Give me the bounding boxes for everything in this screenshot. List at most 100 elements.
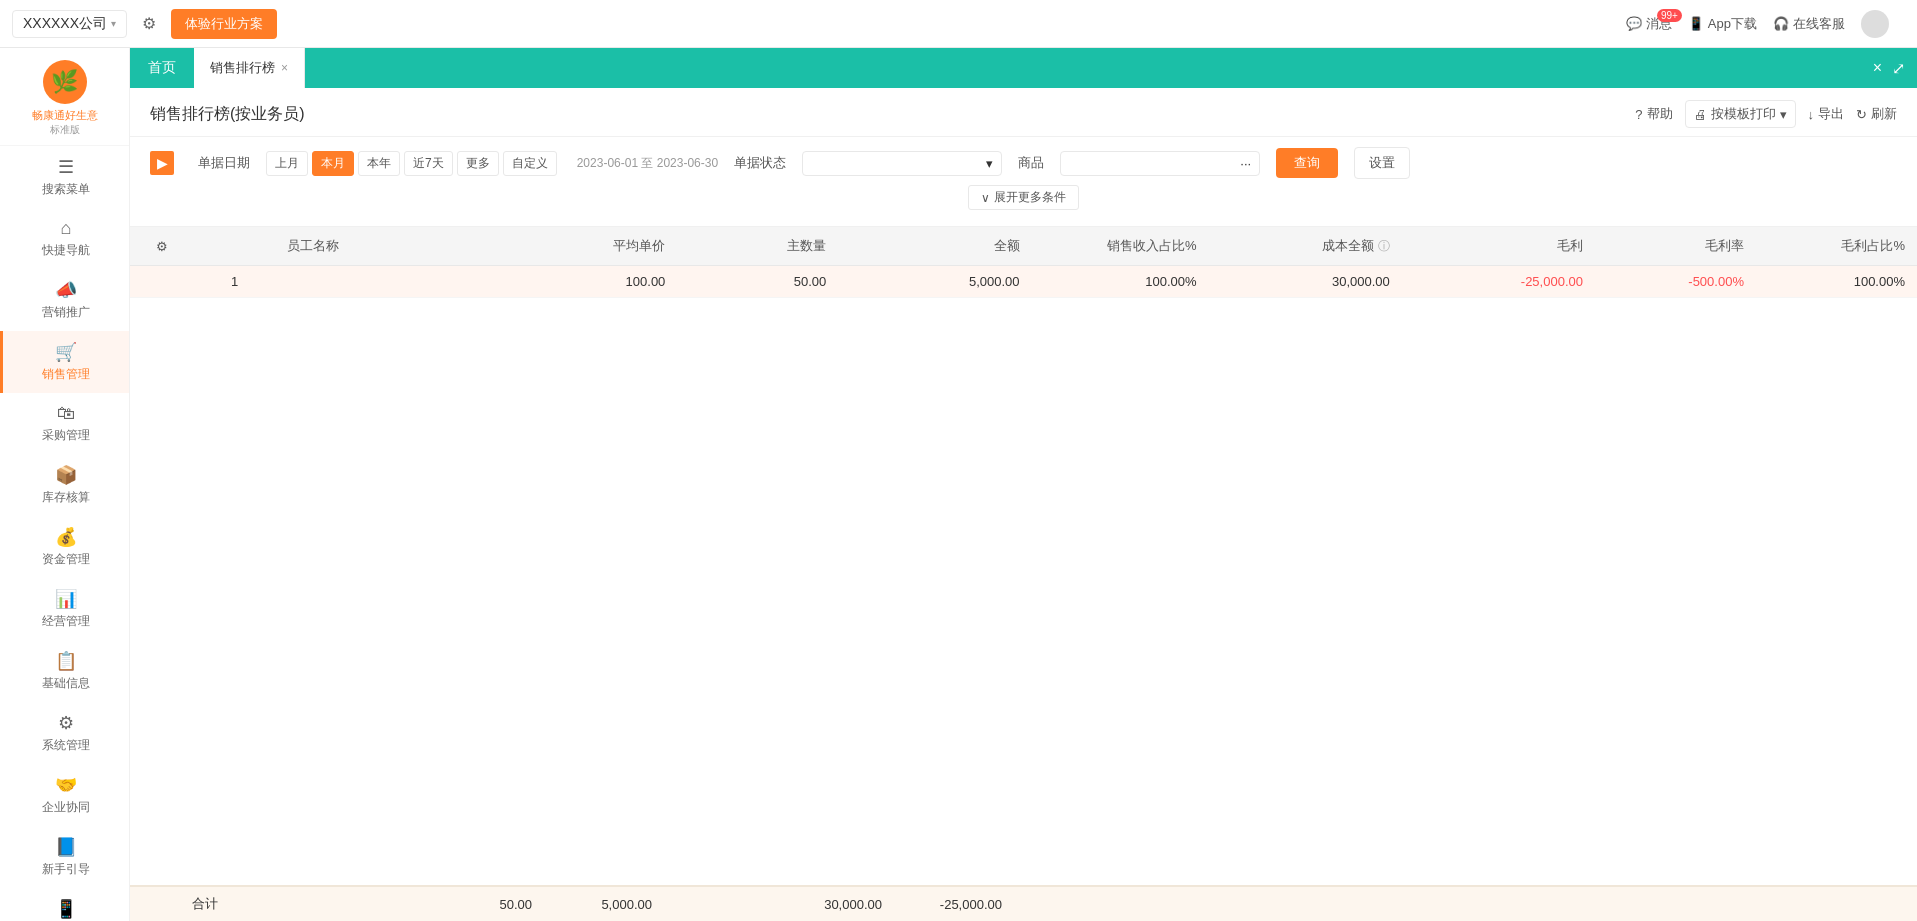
print-chevron-icon: ▾ (1780, 107, 1787, 122)
sidebar-item-label: 营销推广 (42, 304, 90, 321)
goods-input[interactable]: ··· (1060, 151, 1260, 176)
expand-row: ∨ 展开更多条件 (150, 179, 1897, 216)
header-actions: ? 帮助 🖨 按模板打印 ▾ ↓ 导出 ↻ (1635, 100, 1897, 128)
th-name: 员工名称 (275, 227, 516, 266)
tab-close-window-icon[interactable]: × (1873, 59, 1882, 77)
export-label: 导出 (1818, 105, 1844, 123)
sidebar-item-label: 库存核算 (42, 489, 90, 506)
th-qty: 主数量 (677, 227, 838, 266)
help-button[interactable]: ? 帮助 (1635, 105, 1672, 123)
sidebar-nav: ☰ 搜索菜单 ⌂ 快捷导航 📣 营销推广 🛒 销售管理 🛍 采购管理 (0, 146, 129, 921)
search-menu-icon: ☰ (58, 156, 74, 178)
sidebar-item-label: 销售管理 (42, 366, 90, 383)
tab-sales-ranking-label: 销售排行榜 (210, 59, 275, 77)
row-avg-price: 100.00 (516, 266, 677, 298)
marketing-icon: 📣 (55, 279, 77, 301)
row-gross-pct: 100.00% (1756, 266, 1917, 298)
sidebar-item-label: 系统管理 (42, 737, 90, 754)
table-body: 1 100.00 50.00 5,000.00 100.00% 30,000.0… (130, 266, 1917, 298)
trial-button[interactable]: 体验行业方案 (171, 9, 277, 39)
data-table: ⚙ 员工名称 平均单价 主数量 全额 销售收入占比% 成本全额 ⓘ 毛利 毛利率 (130, 227, 1917, 298)
th-avg-price: 平均单价 (516, 227, 677, 266)
appcenter-icon: 📱 (55, 898, 77, 920)
row-cost-amount: 30,000.00 (1209, 266, 1402, 298)
row-name (275, 266, 516, 298)
filter-toggle-arrow[interactable]: ▶ (150, 151, 174, 175)
date-btn-this-month[interactable]: 本月 (312, 151, 354, 176)
date-toggle-group: 上月 本月 本年 近7天 更多 自定义 (266, 151, 557, 176)
th-gross-rate: 毛利率 (1595, 227, 1756, 266)
sidebar-item-label: 快捷导航 (42, 242, 90, 259)
sidebar-item-sales[interactable]: 🛒 销售管理 (0, 331, 129, 393)
message-icon: 💬 (1626, 16, 1642, 31)
sidebar-item-marketing[interactable]: 📣 营销推广 (0, 269, 129, 331)
date-range: 2023-06-01 至 2023-06-30 (577, 155, 718, 172)
sidebar-item-label: 采购管理 (42, 427, 90, 444)
status-select[interactable]: ▾ (802, 151, 1002, 176)
company-name: XXXXXX公司 (23, 15, 107, 33)
expand-more-button[interactable]: ∨ 展开更多条件 (968, 185, 1079, 210)
sidebar-item-purchase[interactable]: 🛍 采购管理 (0, 393, 129, 454)
system-icon: ⚙ (58, 712, 74, 734)
sidebar-item-search[interactable]: ☰ 搜索菜单 (0, 146, 129, 208)
tab-home[interactable]: 首页 (130, 48, 194, 88)
setting-button[interactable]: 设置 (1354, 147, 1410, 179)
refresh-button[interactable]: ↻ 刷新 (1856, 105, 1897, 123)
footer-cost: 30,000.00 (762, 897, 882, 912)
sidebar-item-enterprise[interactable]: 🤝 企业协同 (0, 764, 129, 826)
th-gross-profit: 毛利 (1402, 227, 1595, 266)
print-button[interactable]: 🖨 按模板打印 ▾ (1685, 100, 1796, 128)
online-service-button[interactable]: 🎧 在线客服 (1773, 15, 1845, 33)
avatar[interactable] (1861, 10, 1889, 38)
table-container: ⚙ 员工名称 平均单价 主数量 全额 销售收入占比% 成本全额 ⓘ 毛利 毛利率 (130, 227, 1917, 885)
sidebar-item-finance[interactable]: 💰 资金管理 (0, 516, 129, 578)
top-bar: XXXXXX公司 ▾ ⚙ 体验行业方案 💬 消息 99+ 📱 App下载 🎧 在… (0, 0, 1917, 48)
th-gross-pct: 毛利占比% (1756, 227, 1917, 266)
filter-area: ▶ 单据日期 上月 本月 本年 近7天 更多 自定义 2023-06-01 至 … (130, 137, 1917, 227)
home-icon: ⌂ (61, 218, 72, 239)
footer-amount: 5,000.00 (532, 897, 652, 912)
sidebar-item-guide[interactable]: 📘 新手引导 (0, 826, 129, 888)
cost-info-icon[interactable]: ⓘ (1378, 239, 1390, 253)
date-btn-this-year[interactable]: 本年 (358, 151, 400, 176)
logo-sub: 标准版 (50, 123, 80, 137)
th-gear[interactable]: ⚙ (130, 227, 194, 266)
help-label: 帮助 (1647, 105, 1673, 123)
settings-icon[interactable]: ⚙ (135, 10, 163, 38)
sidebar-item-system[interactable]: ⚙ 系统管理 (0, 702, 129, 764)
help-icon: ? (1635, 107, 1642, 122)
date-btn-last-7days[interactable]: 近7天 (404, 151, 453, 176)
row-gross-profit: -25,000.00 (1402, 266, 1595, 298)
export-button[interactable]: ↓ 导出 (1808, 105, 1845, 123)
status-label: 单据状态 (734, 154, 786, 172)
app-download-button[interactable]: 📱 App下载 (1688, 15, 1757, 33)
company-selector[interactable]: XXXXXX公司 ▾ (12, 10, 127, 38)
sidebar-item-inventory[interactable]: 📦 库存核算 (0, 454, 129, 516)
tab-maximize-icon[interactable]: ⤢ (1892, 59, 1905, 78)
date-btn-more[interactable]: 更多 (457, 151, 499, 176)
sidebar-item-label: 新手引导 (42, 861, 90, 878)
search-button[interactable]: 查询 (1276, 148, 1338, 178)
logo-text: 畅康通好生意 (32, 108, 98, 123)
message-button[interactable]: 💬 消息 99+ (1626, 15, 1672, 33)
page-content: 销售排行榜(按业务员) ? 帮助 🖨 按模板打印 ▾ ↓ (130, 88, 1917, 921)
refresh-icon: ↻ (1856, 107, 1867, 122)
date-label: 单据日期 (198, 154, 250, 172)
date-btn-last-month[interactable]: 上月 (266, 151, 308, 176)
tab-bar: 首页 销售排行榜 × × ⤢ (130, 48, 1917, 88)
date-btn-custom[interactable]: 自定义 (503, 151, 557, 176)
tab-bar-right: × ⤢ (1861, 59, 1917, 78)
row-rank: 1 (194, 266, 274, 298)
th-amount: 全额 (838, 227, 1031, 266)
sidebar-item-basic[interactable]: 📋 基础信息 (0, 640, 129, 702)
page-title: 销售排行榜(按业务员) (150, 104, 305, 125)
sidebar: 🌿 畅康通好生意 标准版 ☰ 搜索菜单 ⌂ 快捷导航 📣 营销推广 � (0, 48, 130, 921)
sidebar-item-shortcut[interactable]: ⌂ 快捷导航 (0, 208, 129, 269)
tab-sales-ranking[interactable]: 销售排行榜 × (194, 48, 305, 88)
row-qty: 50.00 (677, 266, 838, 298)
refresh-label: 刷新 (1871, 105, 1897, 123)
sidebar-item-operations[interactable]: 📊 经营管理 (0, 578, 129, 640)
sidebar-item-label: 经营管理 (42, 613, 90, 630)
tab-close-icon[interactable]: × (281, 61, 288, 75)
sidebar-item-appcenter[interactable]: 📱 应用中心 (0, 888, 129, 921)
